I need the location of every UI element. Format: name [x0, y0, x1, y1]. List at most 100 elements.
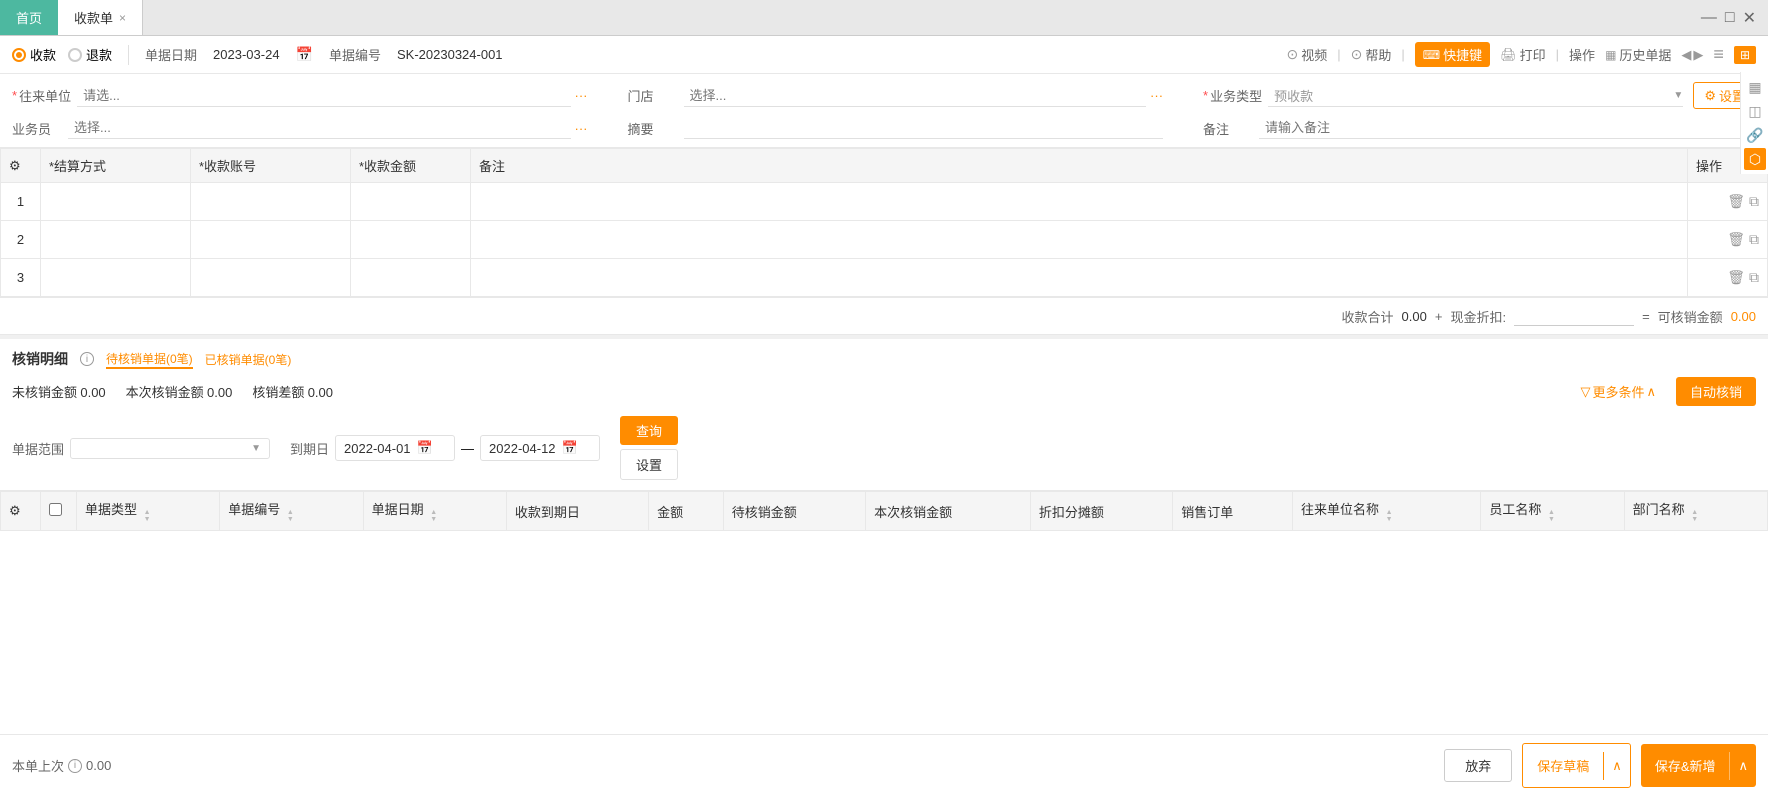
grid-view-btn[interactable]: ⊞	[1734, 46, 1756, 64]
prev-label: 本单上次 i 0.00	[12, 756, 111, 775]
table-row: 1 🗑 ⧉	[1, 183, 1768, 221]
sidebar-link-icon[interactable]: 🔗	[1744, 124, 1766, 146]
history-btn[interactable]: ▦ 历史单据	[1605, 45, 1671, 64]
verify-info-icon[interactable]: i	[80, 352, 94, 366]
row-1-delete-icon[interactable]: 🗑	[1727, 193, 1745, 210]
row-1-settlement[interactable]	[41, 183, 191, 221]
sort-number[interactable]: ▲▼	[287, 509, 294, 523]
counterpart-input[interactable]	[77, 85, 570, 107]
row-1-account[interactable]	[191, 183, 351, 221]
row-2-account[interactable]	[191, 221, 351, 259]
total-label: 收款合计	[1342, 307, 1394, 326]
th-action-label: 操作	[1696, 159, 1722, 174]
sort-date[interactable]: ▲▼	[430, 509, 437, 523]
auto-verify-btn[interactable]: 自动核销	[1676, 377, 1756, 406]
video-btn[interactable]: ⊙ 视频	[1287, 45, 1328, 64]
remark-input[interactable]	[1259, 117, 1756, 139]
print-btn[interactable]: 🖨 打印	[1500, 45, 1546, 64]
row-1-amount[interactable]	[351, 183, 471, 221]
summary-input[interactable]	[684, 117, 1164, 139]
close-button[interactable]: ✕	[1743, 8, 1756, 28]
save-new-btn[interactable]: 保存&新增 ∧	[1641, 744, 1756, 787]
discount-input[interactable]	[1514, 306, 1634, 326]
row-2-remark[interactable]	[471, 221, 1688, 259]
due-date-field: 到期日 2022-04-01 📅 — 2022-04-12 📅	[290, 435, 600, 461]
sidebar-table-icon[interactable]: ▦	[1744, 76, 1766, 98]
counterpart-label: 往来单位	[19, 86, 71, 105]
sidebar-expand-icon[interactable]: ⬡	[1744, 148, 1766, 170]
plus-sign: +	[1435, 309, 1443, 324]
store-more-icon[interactable]: ···	[1150, 88, 1163, 103]
store-field: 门店 ···	[588, 85, 1164, 107]
counterpart-required: *	[12, 88, 17, 103]
row-2-delete-icon[interactable]: 🗑	[1727, 231, 1745, 248]
maximize-button[interactable]: □	[1725, 9, 1735, 27]
bottom-th-amount: 金额	[649, 492, 724, 531]
shortcut-btn[interactable]: ⌨ 快捷键	[1415, 42, 1490, 67]
bottom-th-sales-order: 销售订单	[1173, 492, 1293, 531]
row-3-settlement[interactable]	[41, 259, 191, 297]
prev-info-icon[interactable]: i	[68, 759, 82, 773]
row-3-account[interactable]	[191, 259, 351, 297]
sort-type[interactable]: ▲▼	[144, 509, 151, 523]
next-arrow[interactable]: ▶	[1693, 47, 1703, 63]
select-all-checkbox[interactable]	[49, 503, 62, 516]
menu-icon[interactable]: ≡	[1713, 44, 1724, 65]
staff-input[interactable]	[68, 117, 571, 139]
available-value: 0.00	[1731, 309, 1756, 324]
date-from-picker[interactable]: 2022-04-01 📅	[335, 435, 455, 461]
row-2-amount[interactable]	[351, 221, 471, 259]
save-draft-arrow[interactable]: ∧	[1603, 752, 1630, 780]
row-1-copy-icon[interactable]: ⧉	[1749, 193, 1759, 210]
tab-receipt[interactable]: 收款单 ×	[58, 0, 143, 35]
bottom-th-gear[interactable]: ⚙	[1, 492, 41, 531]
row-3-amount[interactable]	[351, 259, 471, 297]
sidebar-doc-icon[interactable]: ◫	[1744, 100, 1766, 122]
radio-receipt[interactable]: 收款	[12, 45, 56, 64]
staff-more-icon[interactable]: ···	[575, 121, 588, 136]
row-3-delete-icon[interactable]: 🗑	[1727, 269, 1745, 286]
sort-staff[interactable]: ▲▼	[1548, 509, 1555, 523]
row-3-copy-icon[interactable]: ⧉	[1749, 269, 1759, 286]
business-type-select[interactable]: ▼	[1268, 85, 1683, 107]
range-select[interactable]: ▼	[70, 438, 270, 459]
save-draft-btn[interactable]: 保存草稿 ∧	[1522, 743, 1631, 788]
current-item: 本次核销金额 0.00	[126, 382, 233, 401]
row-2-copy-icon[interactable]: ⧉	[1749, 231, 1759, 248]
verify-form-row: 单据范围 ▼ 到期日 2022-04-01 📅 —	[12, 416, 1756, 480]
radio-refund-circle	[68, 48, 82, 62]
query-btn[interactable]: 查询	[620, 416, 678, 445]
sort-counterpart[interactable]: ▲▼	[1386, 509, 1393, 523]
verify-title: 核销明细	[12, 349, 68, 369]
diff-value: 0.00	[308, 385, 333, 400]
radio-refund[interactable]: 退款	[68, 45, 112, 64]
row-3-remark[interactable]	[471, 259, 1688, 297]
print-icon: 🖨	[1500, 47, 1517, 63]
table-gear-th[interactable]: ⚙	[1, 149, 41, 183]
minimize-button[interactable]: —	[1701, 9, 1717, 27]
unverified-value: 0.00	[80, 385, 105, 400]
verify-tab-pending[interactable]: 待核销单据(0笔)	[106, 350, 193, 369]
help-btn[interactable]: ⊙ 帮助	[1351, 45, 1392, 64]
sort-dept[interactable]: ▲▼	[1691, 509, 1698, 523]
calendar-icon[interactable]: 📅	[296, 46, 313, 63]
counterpart-more-icon[interactable]: ···	[575, 88, 588, 103]
abandon-btn[interactable]: 放弃	[1444, 749, 1512, 782]
prev-arrow[interactable]: ◀	[1681, 47, 1691, 63]
verify-settings-btn[interactable]: 设置	[620, 449, 678, 480]
more-conditions-btn[interactable]: ▽ 更多条件 ∧	[1580, 382, 1656, 401]
date-to-picker[interactable]: 2022-04-12 📅	[480, 435, 600, 461]
bottom-th-checkbox[interactable]	[41, 492, 77, 531]
business-type-input[interactable]	[1268, 85, 1669, 106]
date-value: 2023-03-24	[213, 47, 280, 62]
save-new-arrow[interactable]: ∧	[1729, 752, 1756, 780]
operation-btn[interactable]: 操作	[1569, 45, 1595, 64]
tab-close-icon[interactable]: ×	[119, 11, 126, 25]
store-input[interactable]	[684, 85, 1147, 107]
row-2-settlement[interactable]	[41, 221, 191, 259]
chevron-up-icon: ∧	[1646, 384, 1656, 400]
print-label: 打印	[1520, 45, 1546, 64]
row-1-remark[interactable]	[471, 183, 1688, 221]
verify-tab-done[interactable]: 已核销单据(0笔)	[205, 351, 292, 368]
tab-home[interactable]: 首页	[0, 0, 58, 35]
